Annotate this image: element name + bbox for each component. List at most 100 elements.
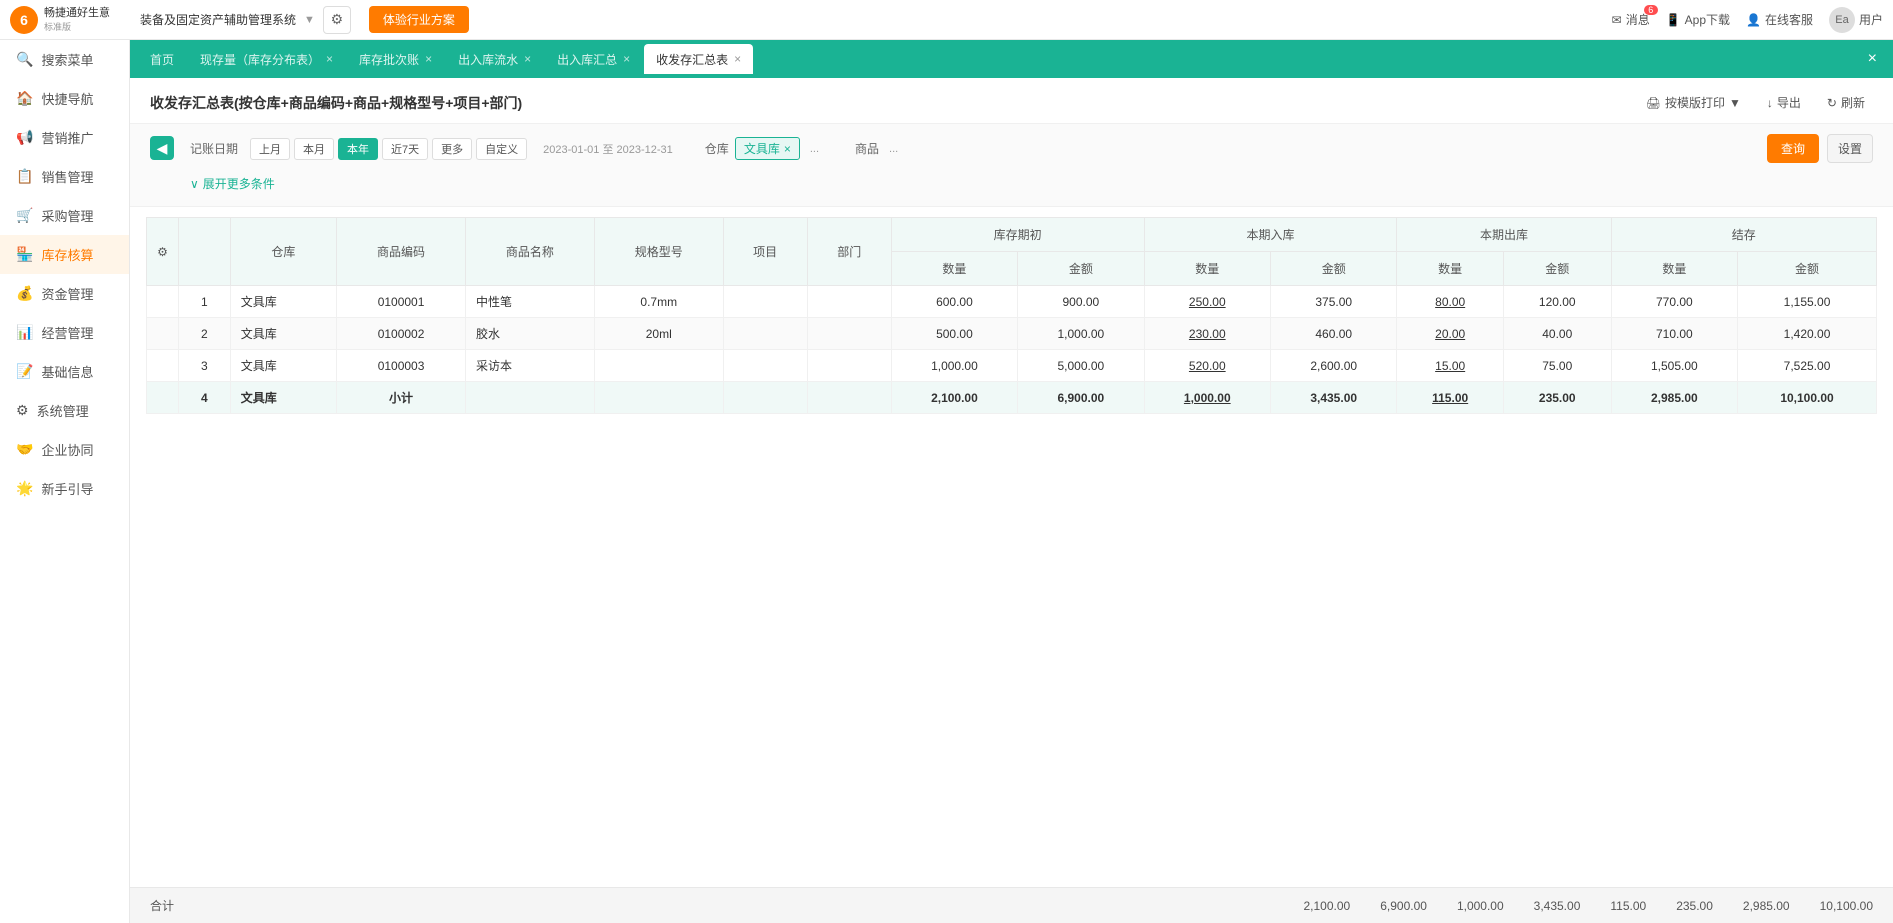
sidebar-item-enterprise[interactable]: 🤝 企业协同 — [0, 430, 129, 469]
row3-balance-qty: 1,505.00 — [1611, 350, 1737, 382]
row1-opening-qty: 600.00 — [891, 286, 1017, 318]
row3-out-qty[interactable]: 15.00 — [1397, 350, 1504, 382]
date-7days[interactable]: 近7天 — [382, 138, 428, 160]
sales-icon: 📋 — [16, 168, 33, 185]
finance-icon: 💰 — [16, 285, 33, 302]
sidebar-item-finance[interactable]: 💰 资金管理 — [0, 274, 129, 313]
sidebar-item-marketing[interactable]: 📢 营销推广 — [0, 118, 129, 157]
sidebar-item-label: 系统管理 — [37, 401, 89, 420]
expand-conditions-button[interactable]: ∨ 展开更多条件 — [190, 171, 275, 196]
message-badge: 6 — [1644, 5, 1658, 15]
main-layout: 🔍 搜索菜单 🏠 快捷导航 📢 营销推广 📋 销售管理 🛒 采购管理 🏪 库存核… — [0, 40, 1893, 923]
sidebar-item-label: 销售管理 — [41, 167, 93, 186]
row1-no: 1 — [179, 286, 231, 318]
sidebar-item-basic[interactable]: 📝 基础信息 — [0, 352, 129, 391]
row2-out-qty[interactable]: 20.00 — [1397, 318, 1504, 350]
row1-opening-amt: 900.00 — [1018, 286, 1144, 318]
row2-name: 胶水 — [465, 318, 594, 350]
date-custom[interactable]: 自定义 — [476, 138, 527, 160]
print-icon: 🖨 — [1646, 96, 1661, 110]
settings-button[interactable]: ⚙ — [323, 6, 351, 34]
subtotal-in-amt: 3,435.00 — [1270, 382, 1396, 414]
row3-gear — [147, 350, 179, 382]
bottom-bar: 合计 2,100.00 6,900.00 1,000.00 3,435.00 1… — [130, 887, 1893, 923]
subtotal-warehouse: 文具库 — [230, 382, 336, 414]
tab-stock-dist-close[interactable]: × — [326, 52, 333, 66]
total-opening-amt-value: 6,900.00 — [1380, 899, 1427, 913]
total-in-amt-value: 3,435.00 — [1534, 899, 1581, 913]
tab-inout-flow-close[interactable]: × — [524, 52, 531, 66]
tab-recv-send[interactable]: 收发存汇总表 × — [644, 44, 753, 74]
th-code: 商品编码 — [337, 218, 466, 286]
sidebar-item-inventory[interactable]: 🏪 库存核算 — [0, 235, 129, 274]
row1-out-qty[interactable]: 80.00 — [1397, 286, 1504, 318]
header-right: ✉ 消息 6 📱 App下载 👤 在线客服 Ea 用户 — [1612, 7, 1883, 33]
user-menu[interactable]: Ea 用户 — [1829, 7, 1883, 33]
print-button[interactable]: 🖨 按模版打印 ▼ — [1638, 90, 1749, 115]
tab-bar-close-button[interactable]: × — [1860, 50, 1885, 68]
subtotal-empty4 — [807, 382, 891, 414]
tab-stock-dist[interactable]: 现存量（库存分布表） × — [188, 44, 345, 74]
goods-more-button[interactable]: ... — [885, 141, 902, 157]
tab-home[interactable]: 首页 — [138, 44, 186, 74]
sidebar-item-system[interactable]: ⚙ 系统管理 — [0, 391, 129, 430]
row1-balance-amt: 1,155.00 — [1738, 286, 1877, 318]
date-last-month[interactable]: 上月 — [250, 138, 290, 160]
date-this-month[interactable]: 本月 — [294, 138, 334, 160]
user-label: 用户 — [1859, 11, 1883, 28]
subtotal-out-qty[interactable]: 115.00 — [1397, 382, 1504, 414]
warehouse-remove-button[interactable]: × — [784, 142, 791, 156]
refresh-button[interactable]: ↻ 刷新 — [1819, 90, 1873, 115]
filter-row-expand: ∨ 展开更多条件 — [190, 171, 1873, 196]
subtotal-in-qty[interactable]: 1,000.00 — [1144, 382, 1270, 414]
sidebar-item-guide[interactable]: 🌟 新手引导 — [0, 469, 129, 508]
app-download-button[interactable]: 📱 App下载 — [1666, 11, 1730, 28]
total-opening-amt: 6,900.00 — [1380, 899, 1427, 913]
total-out-amt: 235.00 — [1676, 899, 1713, 913]
total-opening-qty-value: 2,100.00 — [1304, 899, 1351, 913]
row1-warehouse: 文具库 — [230, 286, 336, 318]
service-icon: 👤 — [1746, 13, 1761, 27]
date-this-year[interactable]: 本年 — [338, 138, 378, 160]
th-dept: 部门 — [807, 218, 891, 286]
page-title: 收发存汇总表(按仓库+商品编码+商品+规格型号+项目+部门) — [150, 93, 522, 113]
filter-expand-button[interactable]: ◀ — [150, 136, 174, 160]
table-settings-col[interactable]: ⚙ — [147, 218, 179, 286]
row2-out-amt: 40.00 — [1503, 318, 1611, 350]
tab-inout-summary-close[interactable]: × — [623, 52, 630, 66]
sidebar-item-operations[interactable]: 📊 经营管理 — [0, 313, 129, 352]
warehouse-more-button[interactable]: ... — [806, 141, 823, 157]
total-opening-qty: 2,100.00 — [1304, 899, 1351, 913]
sidebar-item-search[interactable]: 🔍 搜索菜单 — [0, 40, 129, 79]
export-button[interactable]: ↓ 导出 — [1759, 90, 1809, 115]
sidebar-item-quick[interactable]: 🏠 快捷导航 — [0, 79, 129, 118]
avatar: Ea — [1829, 7, 1855, 33]
total-out-qty-value: 115.00 — [1610, 899, 1646, 913]
sidebar-item-sales[interactable]: 📋 销售管理 — [0, 157, 129, 196]
tab-inout-flow[interactable]: 出入库流水 × — [446, 44, 543, 74]
row3-in-qty[interactable]: 520.00 — [1144, 350, 1270, 382]
total-out-amt-value: 235.00 — [1676, 899, 1713, 913]
tab-recv-send-close[interactable]: × — [734, 52, 741, 66]
online-service-button[interactable]: 👤 在线客服 — [1746, 11, 1813, 28]
system-title: 装备及固定资产辅助管理系统 ▼ ⚙ 体验行业方案 — [140, 6, 1612, 34]
tab-inout-summary[interactable]: 出入库汇总 × — [545, 44, 642, 74]
warehouse-tag: 文具库 × — [735, 137, 800, 160]
row2-in-qty[interactable]: 230.00 — [1144, 318, 1270, 350]
row2-in-amt: 460.00 — [1270, 318, 1396, 350]
settings-button[interactable]: 设置 — [1827, 134, 1873, 163]
tab-batch[interactable]: 库存批次账 × — [347, 44, 444, 74]
message-button[interactable]: ✉ 消息 6 — [1612, 11, 1650, 28]
query-button[interactable]: 查询 — [1767, 134, 1819, 163]
th-name: 商品名称 — [465, 218, 594, 286]
table-row: 1 文具库 0100001 中性笔 0.7mm 600.00 900.00 25… — [147, 286, 1877, 318]
sidebar-item-purchase[interactable]: 🛒 采购管理 — [0, 196, 129, 235]
tab-batch-close[interactable]: × — [425, 52, 432, 66]
row1-in-qty[interactable]: 250.00 — [1144, 286, 1270, 318]
date-more[interactable]: 更多 — [432, 138, 472, 160]
subtotal-balance-qty: 2,985.00 — [1611, 382, 1737, 414]
th-group-opening: 库存期初 — [891, 218, 1144, 252]
basic-icon: 📝 — [16, 363, 33, 380]
system-name: 装备及固定资产辅助管理系统 — [140, 11, 296, 28]
experience-button[interactable]: 体验行业方案 — [369, 6, 469, 33]
